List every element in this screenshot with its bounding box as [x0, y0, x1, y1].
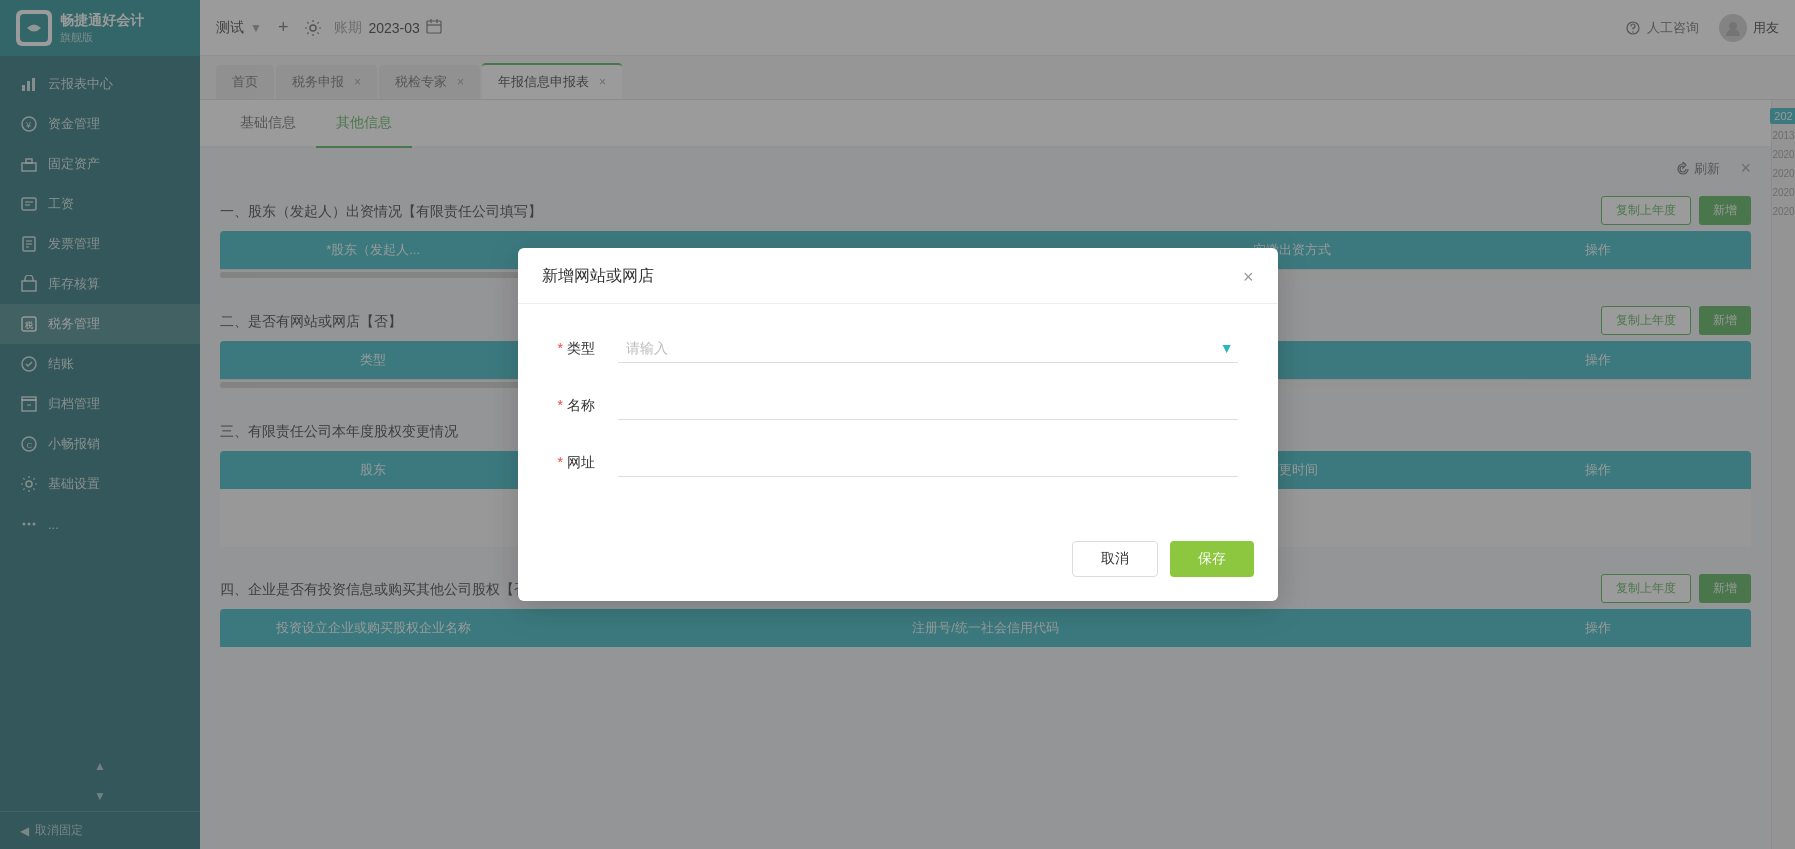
- dialog-overlay: 新增网站或网店 × * 类型 ▼ * 名称: [0, 0, 1795, 849]
- type-label-text: 类型: [567, 340, 595, 356]
- dialog-header: 新增网站或网店 ×: [518, 248, 1278, 304]
- dialog-body: * 类型 ▼ * 名称 * 网址: [518, 304, 1278, 525]
- name-label: * 名称: [558, 397, 618, 415]
- form-row-type: * 类型 ▼: [558, 334, 1238, 363]
- form-row-url: * 网址: [558, 448, 1238, 477]
- url-input[interactable]: [618, 448, 1238, 477]
- cancel-button[interactable]: 取消: [1072, 541, 1158, 577]
- name-input[interactable]: [618, 391, 1238, 420]
- url-required: *: [558, 454, 563, 470]
- type-label: * 类型: [558, 340, 618, 358]
- type-dropdown-arrow[interactable]: ▼: [1220, 340, 1238, 356]
- add-website-dialog: 新增网站或网店 × * 类型 ▼ * 名称: [518, 248, 1278, 601]
- url-label: * 网址: [558, 454, 618, 472]
- dialog-close-button[interactable]: ×: [1243, 268, 1254, 286]
- dialog-title: 新增网站或网店: [542, 266, 654, 287]
- save-button[interactable]: 保存: [1170, 541, 1254, 577]
- name-label-text: 名称: [567, 397, 595, 413]
- name-required: *: [558, 397, 563, 413]
- url-label-text: 网址: [567, 454, 595, 470]
- type-input-wrapper: ▼: [618, 334, 1238, 363]
- dialog-footer: 取消 保存: [518, 525, 1278, 601]
- type-required: *: [558, 340, 563, 356]
- form-row-name: * 名称: [558, 391, 1238, 420]
- type-input[interactable]: [618, 334, 1220, 362]
